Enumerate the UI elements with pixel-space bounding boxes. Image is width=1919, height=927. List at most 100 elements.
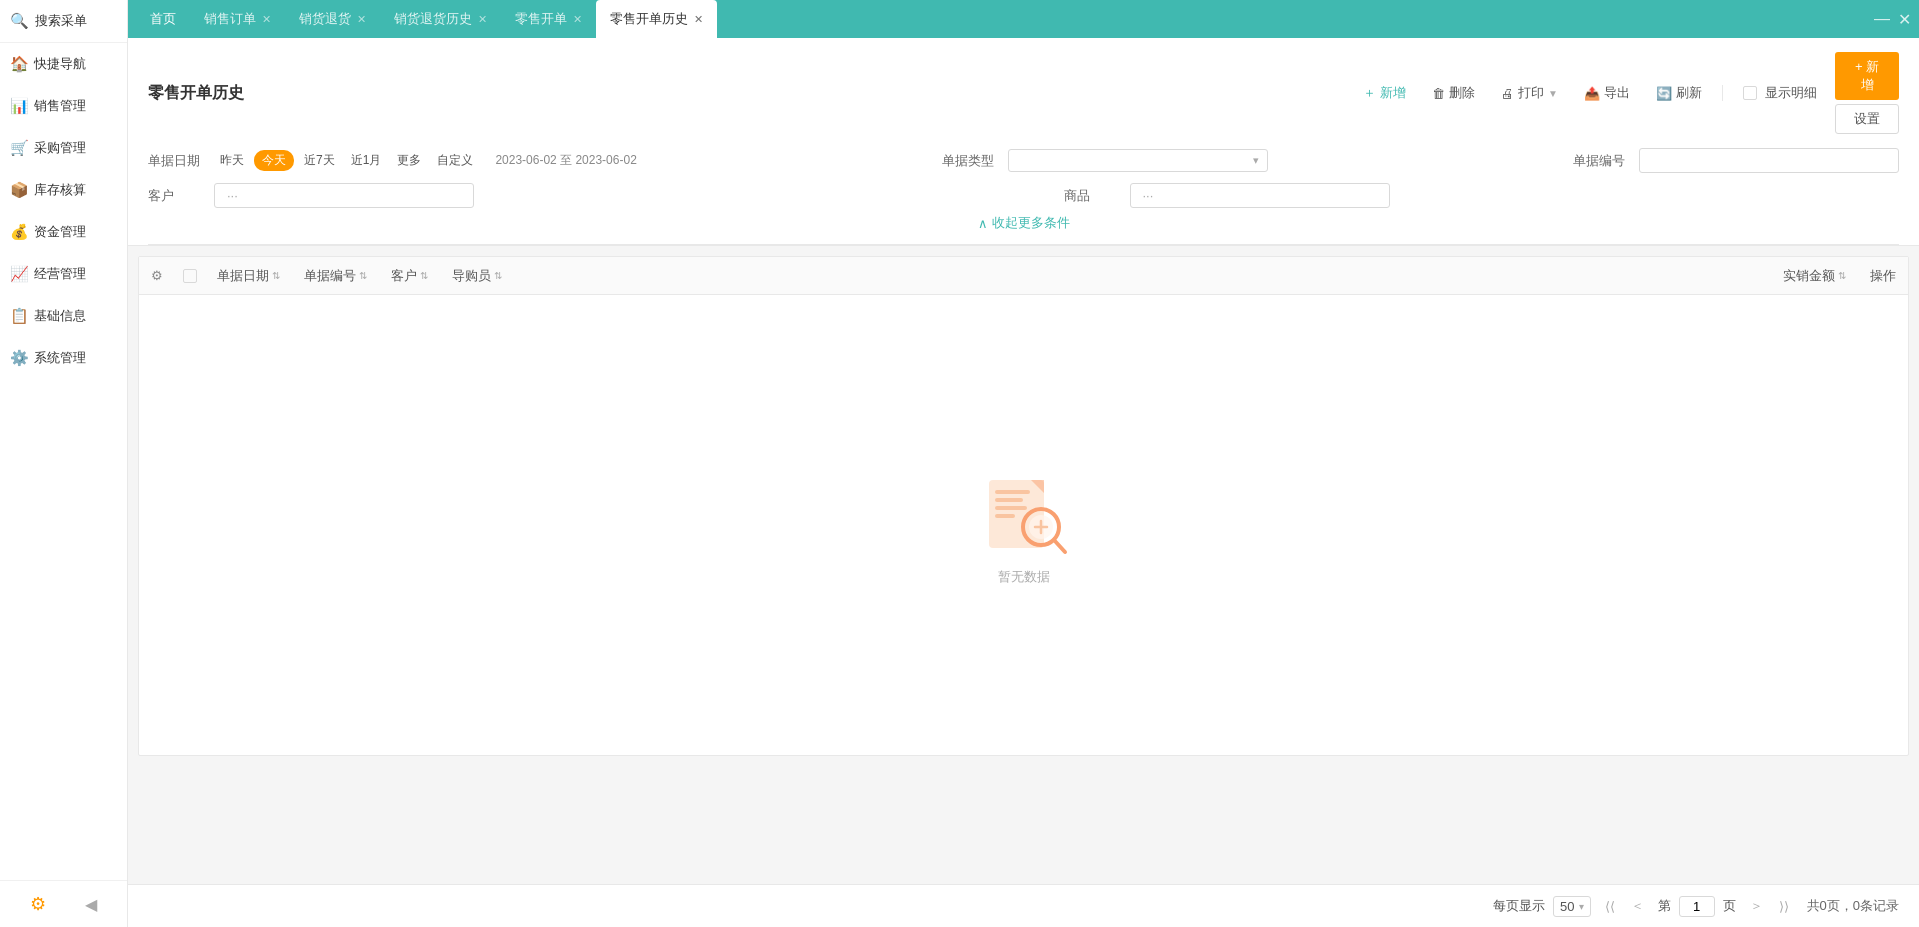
delete-label: 删除 xyxy=(1449,84,1475,102)
delete-button[interactable]: 🗑 删除 xyxy=(1424,81,1483,105)
tab-sales-order-close[interactable]: ✕ xyxy=(262,13,271,26)
print-button[interactable]: 🖨 打印 ▼ xyxy=(1493,81,1566,105)
filter-collapse-btn[interactable]: ∧ 收起更多条件 xyxy=(148,212,1899,234)
doc-num-label: 单据编号 xyxy=(1573,152,1633,170)
customer-select[interactable]: ··· xyxy=(214,183,474,208)
collapse-sidebar-icon[interactable]: ◀ xyxy=(85,895,97,914)
table-select-all-checkbox[interactable] xyxy=(175,268,205,284)
doc-type-label: 单据类型 xyxy=(942,152,1002,170)
th-action: 操作 xyxy=(1858,267,1908,285)
sidebar-item-basic-info[interactable]: 📋 基础信息 xyxy=(0,295,127,337)
page-unit: 页 xyxy=(1723,897,1736,915)
query-setting-group: + 新增 设置 xyxy=(1835,52,1899,134)
date-btn-1month[interactable]: 近1月 xyxy=(345,150,388,171)
tab-sales-return[interactable]: 销货退货 ✕ xyxy=(285,0,380,38)
add-button[interactable]: ＋ 新增 xyxy=(1355,81,1414,105)
display-detail-button[interactable]: 显示明细 xyxy=(1735,81,1825,105)
refresh-button[interactable]: 🔄 刷新 xyxy=(1648,81,1710,105)
page-total: 共0页，0条记录 xyxy=(1807,897,1899,915)
th-date[interactable]: 单据日期 ⇅ xyxy=(205,267,292,285)
tab-sales-return-close[interactable]: ✕ xyxy=(357,13,366,26)
window-close-icon[interactable]: ✕ xyxy=(1898,10,1911,29)
refresh-label: 刷新 xyxy=(1676,84,1702,102)
customer-label: 客户 xyxy=(148,187,208,205)
window-minimize-icon[interactable]: — xyxy=(1874,10,1890,28)
sys-icon: ⚙️ xyxy=(10,349,28,367)
doc-type-select[interactable]: ▾ xyxy=(1008,149,1268,172)
page-navigation: ⟨⟨ ＜ 第 页 ＞ ⟩⟩ xyxy=(1599,895,1795,917)
svg-rect-1 xyxy=(995,490,1030,494)
page-first-btn[interactable]: ⟨⟨ xyxy=(1599,897,1621,916)
settings-icon[interactable]: ⚙ xyxy=(30,893,46,915)
tab-sales-order[interactable]: 销售订单 ✕ xyxy=(190,0,285,38)
per-page-label: 每页显示 xyxy=(1493,897,1545,915)
sidebar-bottom: ⚙ ◀ xyxy=(0,880,127,927)
tab-home[interactable]: 首页 xyxy=(136,0,190,38)
date-btn-7days[interactable]: 近7天 xyxy=(298,150,341,171)
sidebar-item-label: 快捷导航 xyxy=(34,55,86,73)
sidebar-item-inventory[interactable]: 📦 库存核算 xyxy=(0,169,127,211)
th-num[interactable]: 单据编号 ⇅ xyxy=(292,267,379,285)
tab-retail-open-close[interactable]: ✕ xyxy=(573,13,582,26)
goods-select[interactable]: ··· xyxy=(1130,183,1390,208)
empty-state: 暂无数据 xyxy=(139,295,1908,755)
date-btn-more[interactable]: 更多 xyxy=(391,150,427,171)
sidebar-item-sales-mgmt[interactable]: 📊 销售管理 xyxy=(0,85,127,127)
sidebar-item-finance[interactable]: 💰 资金管理 xyxy=(0,211,127,253)
date-btn-custom[interactable]: 自定义 xyxy=(431,150,479,171)
date-btn-yesterday[interactable]: 昨天 xyxy=(214,150,250,171)
tab-sales-return-history[interactable]: 销货退货历史 ✕ xyxy=(380,0,501,38)
doc-num-input[interactable] xyxy=(1639,148,1899,173)
sidebar-search[interactable]: 🔍 搜索采单 xyxy=(0,0,127,43)
th-salesperson-sort-icon: ⇅ xyxy=(494,270,502,281)
inventory-icon: 📦 xyxy=(10,181,28,199)
page-title-row: 零售开单历史 ＋ 新增 🗑 删除 🖨 打印 ▼ xyxy=(148,52,1899,134)
th-salesperson[interactable]: 导购员 ⇅ xyxy=(440,267,514,285)
query-button[interactable]: + 新增 xyxy=(1835,52,1899,100)
goods-dots: ··· xyxy=(1143,188,1154,203)
collapse-label: 收起更多条件 xyxy=(992,214,1070,232)
tab-retail-open-history-close[interactable]: ✕ xyxy=(694,13,703,26)
th-date-label: 单据日期 xyxy=(217,267,269,285)
basic-info-icon: 📋 xyxy=(10,307,28,325)
sales-icon: 📊 xyxy=(10,97,28,115)
sidebar-item-operation[interactable]: 📈 经营管理 xyxy=(0,253,127,295)
th-date-sort-icon: ⇅ xyxy=(272,270,280,281)
display-detail-checkbox[interactable] xyxy=(1743,86,1757,100)
sidebar-item-purchase-mgmt[interactable]: 🛒 采购管理 xyxy=(0,127,127,169)
content-area: 零售开单历史 ＋ 新增 🗑 删除 🖨 打印 ▼ xyxy=(128,38,1919,927)
filter-area: 单据日期 昨天 今天 近7天 近1月 更多 自定义 2023-06-02 至 2… xyxy=(148,148,1899,245)
sidebar-item-label: 经营管理 xyxy=(34,265,86,283)
sidebar-item-sys-mgmt[interactable]: ⚙️ 系统管理 xyxy=(0,337,127,379)
th-customer[interactable]: 客户 ⇅ xyxy=(379,267,440,285)
th-num-sort-icon: ⇅ xyxy=(359,270,367,281)
page-number-input[interactable] xyxy=(1679,896,1715,917)
tab-sales-return-history-close[interactable]: ✕ xyxy=(478,13,487,26)
export-button[interactable]: 📤 导出 xyxy=(1576,81,1638,105)
tabs-right-controls: — ✕ xyxy=(1874,10,1911,29)
purchase-icon: 🛒 xyxy=(10,139,28,157)
tab-retail-open[interactable]: 零售开单 ✕ xyxy=(501,0,596,38)
tab-retail-open-history[interactable]: 零售开单历史 ✕ xyxy=(596,0,717,38)
date-btn-today[interactable]: 今天 xyxy=(254,150,294,171)
sidebar-item-label: 基础信息 xyxy=(34,307,86,325)
th-amount-label: 实销金额 xyxy=(1783,267,1835,285)
tab-sales-return-label: 销货退货 xyxy=(299,10,351,28)
th-amount[interactable]: 实销金额 ⇅ xyxy=(1771,267,1858,285)
page-next-btn[interactable]: ＞ xyxy=(1744,895,1769,917)
sidebar: 🔍 搜索采单 🏠 快捷导航 📊 销售管理 🛒 采购管理 📦 库存核算 💰 资金管… xyxy=(0,0,128,927)
per-page-select[interactable]: 50 ▾ xyxy=(1553,896,1590,917)
date-label: 单据日期 xyxy=(148,152,208,170)
table-header: ⚙ 单据日期 ⇅ 单据编号 ⇅ 客户 ⇅ xyxy=(139,257,1908,295)
select-all-checkbox[interactable] xyxy=(183,269,197,283)
th-num-label: 单据编号 xyxy=(304,267,356,285)
page-prev-btn[interactable]: ＜ xyxy=(1625,895,1650,917)
sidebar-item-quick-nav[interactable]: 🏠 快捷导航 xyxy=(0,43,127,85)
goods-label: 商品 xyxy=(1064,187,1124,205)
tab-retail-open-history-label: 零售开单历史 xyxy=(610,10,688,28)
tab-sales-return-history-label: 销货退货历史 xyxy=(394,10,472,28)
page-last-btn[interactable]: ⟩⟩ xyxy=(1773,897,1795,916)
setting-button[interactable]: 设置 xyxy=(1835,104,1899,134)
table-settings-icon[interactable]: ⚙ xyxy=(139,268,175,283)
search-icon: 🔍 xyxy=(10,12,29,30)
